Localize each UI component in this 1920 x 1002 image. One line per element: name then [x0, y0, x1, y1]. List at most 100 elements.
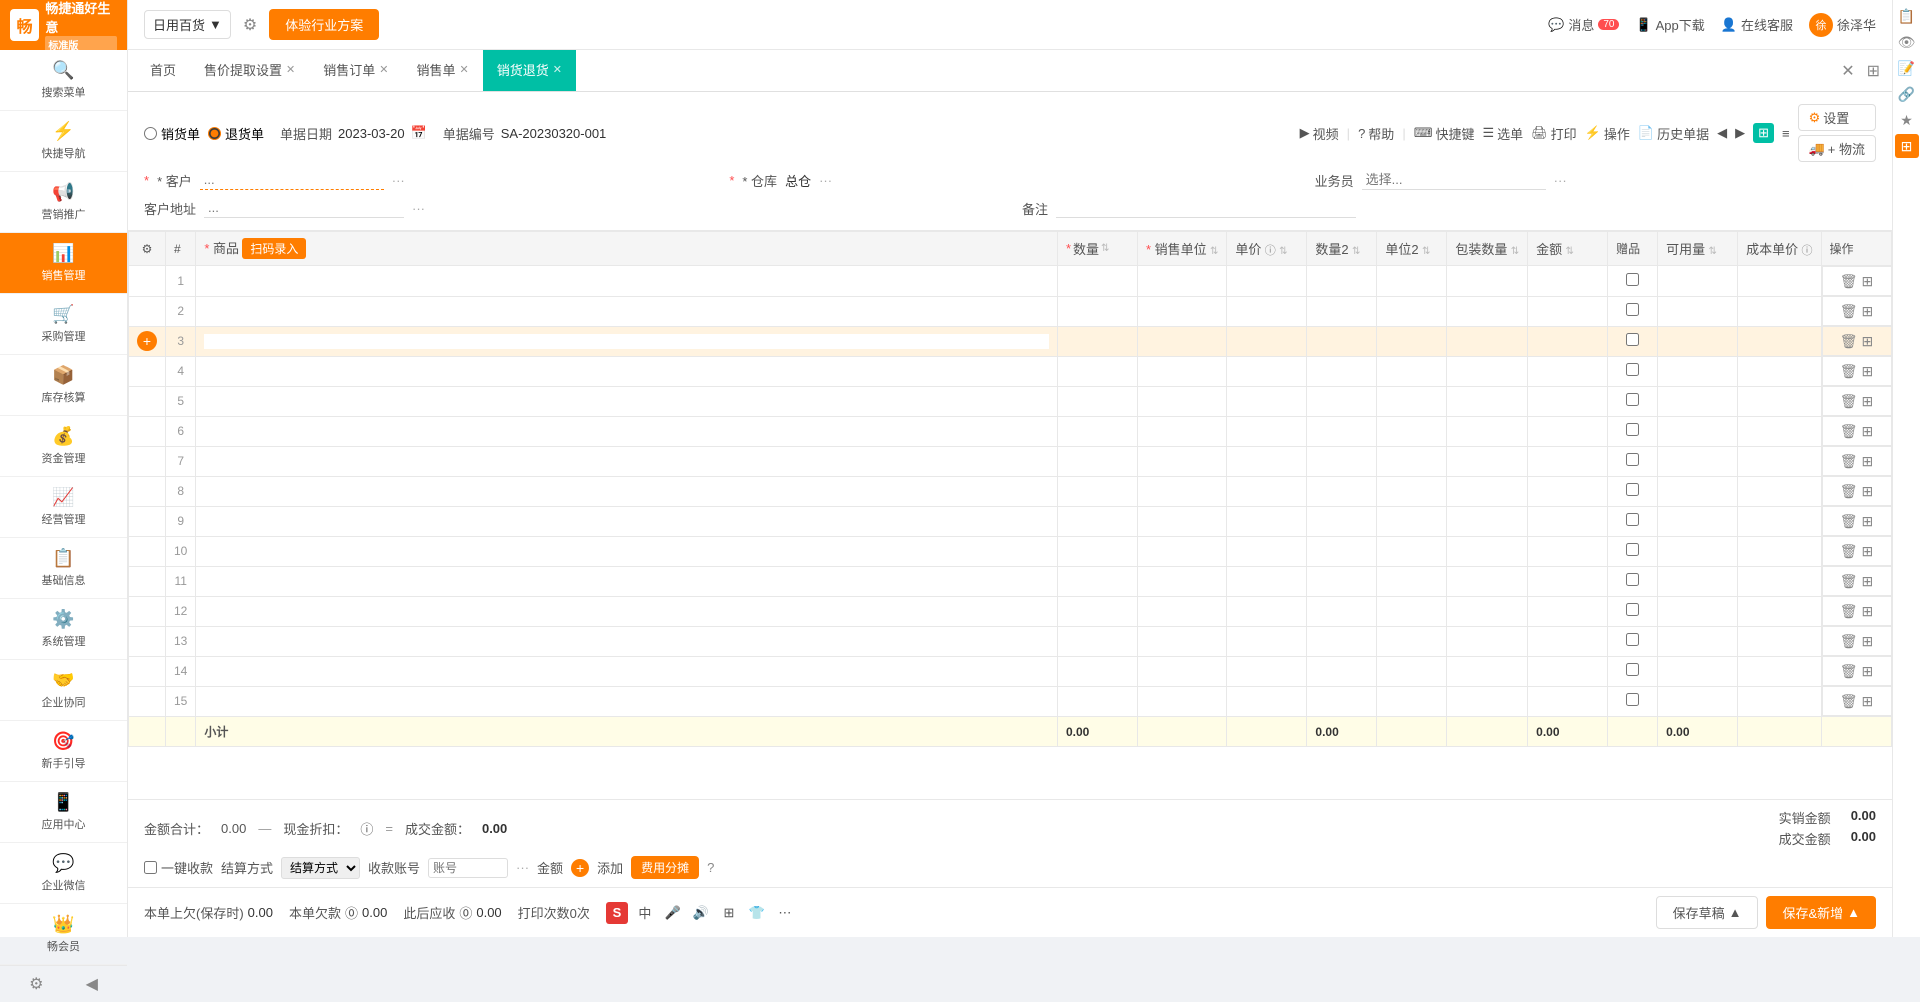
price-cell[interactable] [1227, 386, 1307, 416]
sidebar-item-member[interactable]: 👑 畅会员 [0, 904, 127, 965]
pack-cell[interactable] [1447, 506, 1528, 536]
delete-row-btn[interactable]: 🗑 [1840, 600, 1858, 622]
gift-cell[interactable] [1608, 626, 1658, 656]
unit-cell[interactable] [1137, 296, 1226, 326]
gift-checkbox[interactable] [1626, 393, 1639, 406]
settings-btn[interactable]: ⚙ 设置 [1798, 104, 1876, 131]
copy-row-btn[interactable]: ⊞ [1862, 600, 1874, 622]
gift-cell[interactable] [1608, 686, 1658, 717]
qty2-cell[interactable] [1307, 416, 1377, 446]
unit2-cell[interactable] [1377, 446, 1447, 476]
gift-cell[interactable] [1608, 656, 1658, 686]
sidebar-item-marketing[interactable]: 📢 营销推广 [0, 172, 127, 233]
unit-cell[interactable] [1137, 626, 1226, 656]
row-gear[interactable] [129, 266, 166, 297]
tab-home[interactable]: 首页 [136, 50, 190, 91]
unit2-cell[interactable] [1377, 296, 1447, 326]
footer-icon-more[interactable]: ⋯ [774, 902, 796, 924]
fee-help-icon[interactable]: ? [707, 860, 714, 875]
qty2-cell[interactable] [1307, 326, 1377, 356]
pack-cell[interactable] [1447, 416, 1528, 446]
delete-row-btn[interactable]: 🗑 [1840, 510, 1858, 532]
delete-row-btn[interactable]: 🗑 [1840, 420, 1858, 442]
qty-cell[interactable] [1057, 656, 1137, 686]
cost-info-icon[interactable]: ⓘ [1802, 245, 1813, 257]
gift-checkbox[interactable] [1626, 273, 1639, 286]
right-action-copy[interactable]: 📋 [1895, 4, 1919, 28]
view-list-btn[interactable]: ≡ [1782, 126, 1790, 141]
copy-row-btn[interactable]: ⊞ [1862, 300, 1874, 322]
qty-cell[interactable] [1057, 476, 1137, 506]
delete-row-btn[interactable]: 🗑 [1840, 660, 1858, 682]
delete-row-btn[interactable]: 🗑 [1840, 540, 1858, 562]
tab-close-icon[interactable]: ✕ [460, 63, 469, 76]
copy-row-btn[interactable]: ⊞ [1862, 660, 1874, 682]
row-gear[interactable] [129, 296, 166, 326]
qty-cell[interactable] [1057, 416, 1137, 446]
right-action-note[interactable]: 📝 [1895, 56, 1919, 80]
tab-expand-icon[interactable]: ⊞ [1863, 61, 1884, 81]
view-grid-btn[interactable]: ⊞ [1753, 123, 1774, 143]
toolbar-help[interactable]: ? 帮助 [1358, 124, 1394, 143]
price-cell[interactable] [1227, 626, 1307, 656]
tab-sales-order[interactable]: 销售订单 ✕ [309, 50, 402, 91]
unit2-cell[interactable] [1377, 476, 1447, 506]
unit-cell[interactable] [1137, 506, 1226, 536]
address-more-icon[interactable]: ··· [412, 201, 425, 216]
gift-checkbox[interactable] [1626, 303, 1639, 316]
online-service-btn[interactable]: 👤 在线客服 [1721, 15, 1793, 34]
copy-row-btn[interactable]: ⊞ [1862, 360, 1874, 382]
radio-return[interactable]: 退货单 [208, 124, 264, 143]
gift-checkbox[interactable] [1626, 483, 1639, 496]
row-gear[interactable] [129, 626, 166, 656]
qty2-cell[interactable] [1307, 626, 1377, 656]
price-cell[interactable] [1227, 536, 1307, 566]
sidebar-item-shortcut[interactable]: ⚡ 快捷导航 [0, 111, 127, 172]
toolbar-video[interactable]: ▶ 视频 [1300, 124, 1339, 143]
qty-cell[interactable] [1057, 536, 1137, 566]
unit2-cell[interactable] [1377, 566, 1447, 596]
copy-row-btn[interactable]: ⊞ [1862, 510, 1874, 532]
delete-row-btn[interactable]: 🗑 [1840, 300, 1858, 322]
save-new-btn[interactable]: 保存&新增 ▲ [1766, 896, 1876, 929]
pack-cell[interactable] [1447, 266, 1528, 297]
right-action-grid[interactable]: ⊞ [1895, 134, 1919, 158]
copy-row-btn[interactable]: ⊞ [1862, 270, 1874, 292]
price-cell[interactable] [1227, 476, 1307, 506]
qty2-cell[interactable] [1307, 506, 1377, 536]
tab-sales[interactable]: 销售单 ✕ [402, 50, 482, 91]
row-gear[interactable] [129, 686, 166, 717]
qty2-cell[interactable] [1307, 536, 1377, 566]
sidebar-item-finance[interactable]: 💰 资金管理 [0, 416, 127, 477]
toolbar-operate[interactable]: ⚡ 操作 [1585, 124, 1630, 143]
qty2-cell[interactable] [1307, 296, 1377, 326]
nav-next-icon[interactable]: ▶ [1735, 125, 1745, 141]
price-cell[interactable] [1227, 416, 1307, 446]
amount-cell[interactable] [1528, 566, 1608, 596]
delete-row-btn[interactable]: 🗑 [1840, 330, 1858, 352]
qty2-cell[interactable] [1307, 356, 1377, 386]
tab-price-setting[interactable]: 售价提取设置 ✕ [190, 50, 309, 91]
qty-cell[interactable] [1057, 596, 1137, 626]
unit2-cell[interactable] [1377, 386, 1447, 416]
sidebar-item-inventory[interactable]: 📦 库存核算 [0, 355, 127, 416]
price-cell[interactable] [1227, 686, 1307, 717]
th-gear[interactable]: ⚙ [129, 232, 166, 266]
qty2-cell[interactable] [1307, 596, 1377, 626]
sidebar-item-search[interactable]: 🔍 搜索菜单 [0, 50, 127, 111]
unit2-cell[interactable] [1377, 506, 1447, 536]
gift-checkbox[interactable] [1626, 663, 1639, 676]
customer-input[interactable] [200, 170, 384, 190]
delete-row-btn[interactable]: 🗑 [1840, 570, 1858, 592]
amount-cell[interactable] [1528, 446, 1608, 476]
row-gear[interactable] [129, 566, 166, 596]
row-gear[interactable] [129, 386, 166, 416]
pack-cell[interactable] [1447, 476, 1528, 506]
qty2-cell[interactable] [1307, 566, 1377, 596]
qty-cell[interactable] [1057, 266, 1137, 297]
row-gear[interactable] [129, 446, 166, 476]
price-cell[interactable] [1227, 506, 1307, 536]
app-download-btn[interactable]: 📱 App下载 [1635, 15, 1704, 34]
qty2-cell[interactable] [1307, 446, 1377, 476]
account-more-icon[interactable]: ··· [516, 860, 529, 875]
